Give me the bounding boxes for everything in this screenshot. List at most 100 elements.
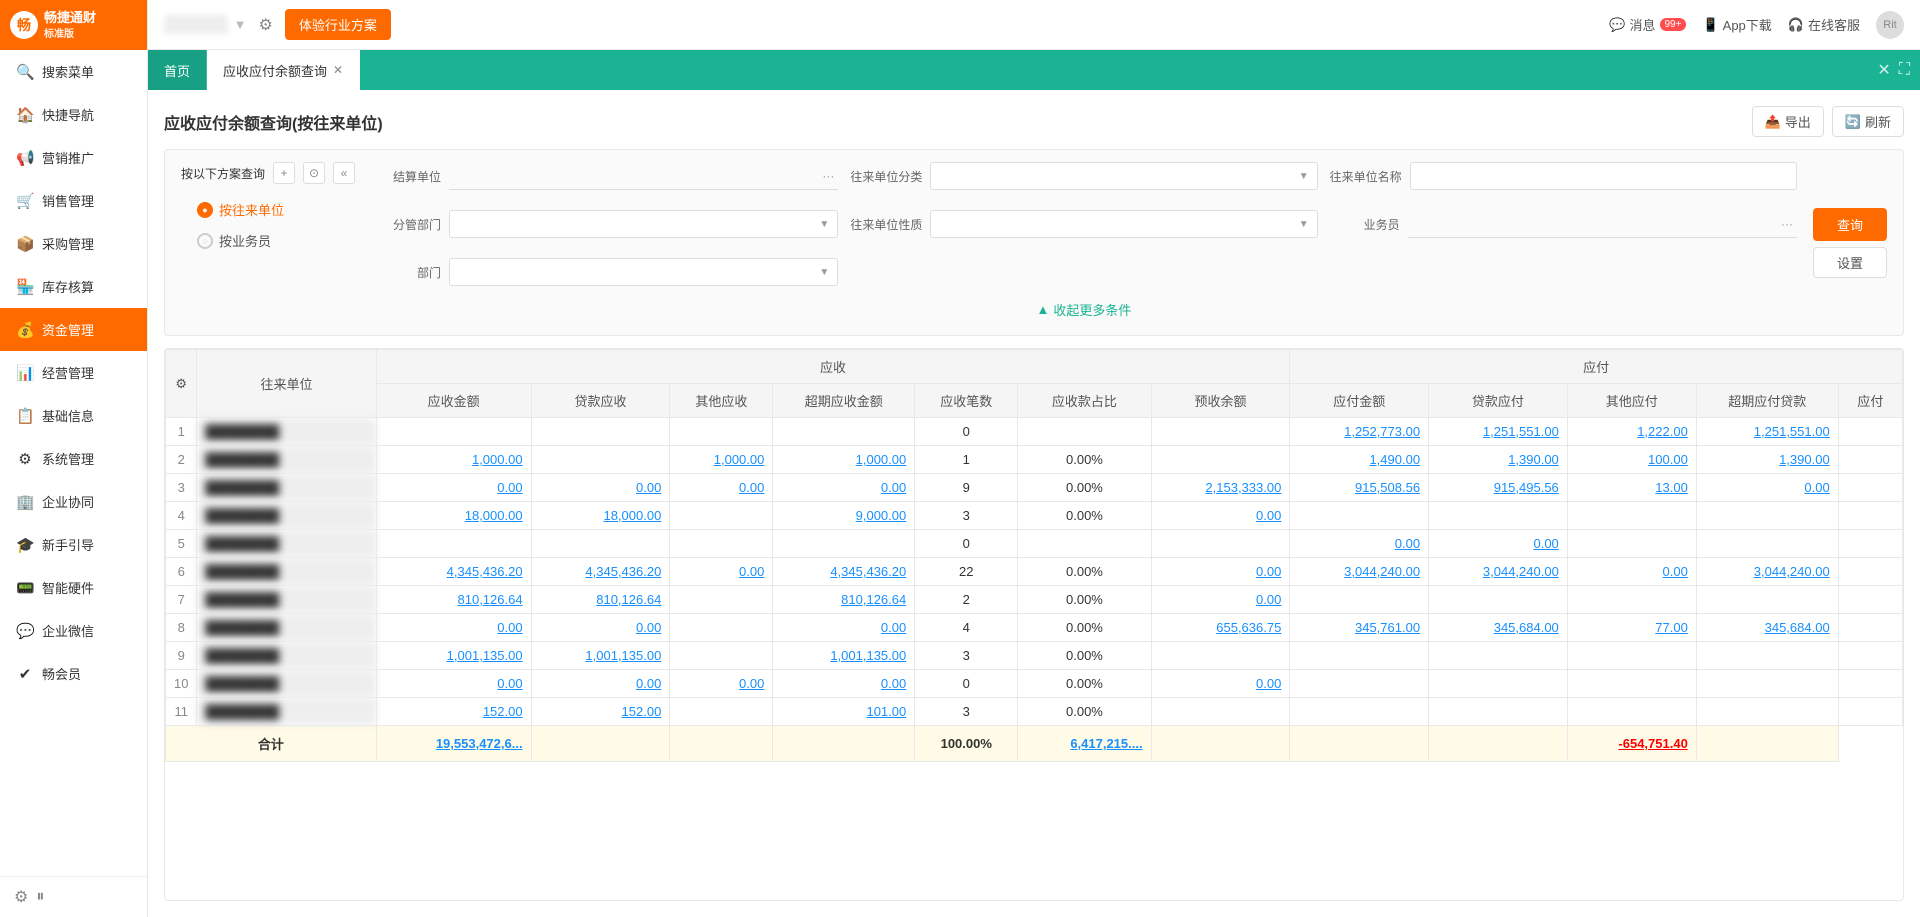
data-cell[interactable]	[1151, 446, 1290, 474]
data-cell[interactable]	[1838, 586, 1902, 614]
promo-button[interactable]: 体验行业方案	[285, 9, 391, 40]
data-cell[interactable]: 0.00	[773, 614, 915, 642]
data-cell[interactable]	[376, 418, 531, 446]
data-cell[interactable]: 810,126.64	[531, 586, 670, 614]
data-cell[interactable]	[670, 530, 773, 558]
sidebar-item-search-menu[interactable]: 🔍 搜索菜单	[0, 50, 147, 93]
data-cell[interactable]: 0.00	[376, 614, 531, 642]
data-cell[interactable]: 0.00	[1151, 502, 1290, 530]
data-cell[interactable]: 915,508.56	[1290, 474, 1429, 502]
user-action[interactable]: Rit	[1876, 11, 1904, 39]
data-cell[interactable]: 0.00	[1151, 558, 1290, 586]
data-cell[interactable]	[1290, 502, 1429, 530]
data-cell[interactable]: 1,251,551.00	[1696, 418, 1838, 446]
data-cell[interactable]: 3,044,240.00	[1429, 558, 1568, 586]
data-cell[interactable]	[1838, 502, 1902, 530]
tab-maximize-icon[interactable]: ⛶	[1899, 61, 1910, 79]
data-cell[interactable]	[670, 586, 773, 614]
data-cell[interactable]	[531, 530, 670, 558]
data-cell[interactable]	[376, 530, 531, 558]
data-cell[interactable]	[1567, 642, 1696, 670]
data-cell[interactable]: 0.00	[531, 614, 670, 642]
sidebar-item-basic[interactable]: 📋 基础信息	[0, 394, 147, 437]
table-setting-icon[interactable]: ⚙	[175, 376, 187, 391]
data-cell[interactable]	[531, 446, 670, 474]
filter-by-salesman[interactable]: ○ 按业务员	[189, 227, 355, 254]
data-cell[interactable]	[1151, 530, 1290, 558]
service-action[interactable]: 🎧 在线客服	[1788, 15, 1860, 34]
data-cell[interactable]	[1567, 502, 1696, 530]
data-cell[interactable]	[1696, 698, 1838, 726]
data-cell[interactable]	[773, 418, 915, 446]
data-cell[interactable]	[1838, 474, 1902, 502]
data-cell[interactable]: 0.00	[376, 670, 531, 698]
sidebar-item-system[interactable]: ⚙ 系统管理	[0, 437, 147, 480]
data-cell[interactable]	[1567, 530, 1696, 558]
filter-collapse-button[interactable]: «	[333, 162, 355, 184]
data-cell[interactable]: 345,684.00	[1696, 614, 1838, 642]
data-cell[interactable]	[1696, 586, 1838, 614]
tab-close-window-icon[interactable]: ✕	[1877, 60, 1890, 80]
data-cell[interactable]	[1290, 698, 1429, 726]
data-cell[interactable]: 0.00	[1567, 558, 1696, 586]
data-cell[interactable]: 810,126.64	[773, 586, 915, 614]
data-cell[interactable]	[1290, 670, 1429, 698]
footer-ar-total[interactable]: 19,553,472,6...	[376, 726, 531, 762]
sidebar-item-sales[interactable]: 🛒 销售管理	[0, 179, 147, 222]
data-cell[interactable]: 13.00	[1567, 474, 1696, 502]
data-cell[interactable]	[670, 614, 773, 642]
jiesuan-input[interactable]: ···	[449, 162, 838, 190]
data-cell[interactable]: 1,001,135.00	[531, 642, 670, 670]
col-setting[interactable]: ⚙	[166, 350, 197, 418]
data-cell[interactable]: 0.00	[531, 474, 670, 502]
sidebar-item-member[interactable]: ✔ 畅会员	[0, 652, 147, 695]
data-cell[interactable]	[1151, 698, 1290, 726]
sidebar-collapse-icon[interactable]: ⏸	[36, 888, 44, 906]
data-cell[interactable]: 2,153,333.00	[1151, 474, 1290, 502]
app-action[interactable]: 📱 App下载	[1702, 15, 1771, 34]
data-cell[interactable]: 0.00	[670, 558, 773, 586]
sidebar-item-wechat[interactable]: 💬 企业微信	[0, 609, 147, 652]
category-select[interactable]: ▼	[930, 162, 1317, 190]
refresh-button[interactable]: 🔄 刷新	[1832, 106, 1904, 137]
data-cell[interactable]: 915,495.56	[1429, 474, 1568, 502]
data-cell[interactable]	[1290, 586, 1429, 614]
data-cell[interactable]	[1696, 642, 1838, 670]
data-cell[interactable]	[1429, 670, 1568, 698]
data-cell[interactable]	[1696, 530, 1838, 558]
data-cell[interactable]: 0.00	[1290, 530, 1429, 558]
data-cell[interactable]: 77.00	[1567, 614, 1696, 642]
data-cell[interactable]	[1838, 530, 1902, 558]
data-cell[interactable]: 1,251,551.00	[1429, 418, 1568, 446]
query-button[interactable]: 查询	[1813, 208, 1887, 241]
data-cell[interactable]	[1567, 698, 1696, 726]
data-cell[interactable]	[670, 418, 773, 446]
dept-select[interactable]: ▼	[449, 210, 838, 238]
nature-select[interactable]: ▼	[930, 210, 1317, 238]
filter-collapse-btn[interactable]: ▲ 收起更多条件	[371, 296, 1797, 323]
name-input[interactable]	[1410, 162, 1797, 190]
data-cell[interactable]: 101.00	[773, 698, 915, 726]
data-cell[interactable]	[1696, 670, 1838, 698]
footer-ap-total[interactable]: -654,751.40	[1567, 726, 1696, 762]
data-cell[interactable]: 1,252,773.00	[1290, 418, 1429, 446]
data-cell[interactable]: 18,000.00	[376, 502, 531, 530]
data-cell[interactable]	[1696, 502, 1838, 530]
data-cell[interactable]: 4,345,436.20	[773, 558, 915, 586]
messages-action[interactable]: 💬 消息 99+	[1609, 15, 1686, 34]
data-cell[interactable]: 100.00	[1567, 446, 1696, 474]
data-cell[interactable]: 0.00	[670, 670, 773, 698]
data-cell[interactable]	[1838, 642, 1902, 670]
sidebar-item-quick-nav[interactable]: 🏠 快捷导航	[0, 93, 147, 136]
data-cell[interactable]: 4,345,436.20	[531, 558, 670, 586]
footer-ar-prepay[interactable]: 6,417,215....	[1018, 726, 1151, 762]
subdept-select[interactable]: ▼	[449, 258, 838, 286]
sidebar-item-finance[interactable]: 💰 资金管理	[0, 308, 147, 351]
data-cell[interactable]: 152.00	[376, 698, 531, 726]
data-cell[interactable]	[1429, 698, 1568, 726]
tab-close-icon[interactable]: ✕	[333, 63, 343, 77]
sidebar-item-inventory[interactable]: 🏪 库存核算	[0, 265, 147, 308]
filter-by-partner[interactable]: ● 按往来单位	[189, 196, 355, 223]
data-cell[interactable]: 0.00	[670, 474, 773, 502]
data-cell[interactable]	[1151, 642, 1290, 670]
